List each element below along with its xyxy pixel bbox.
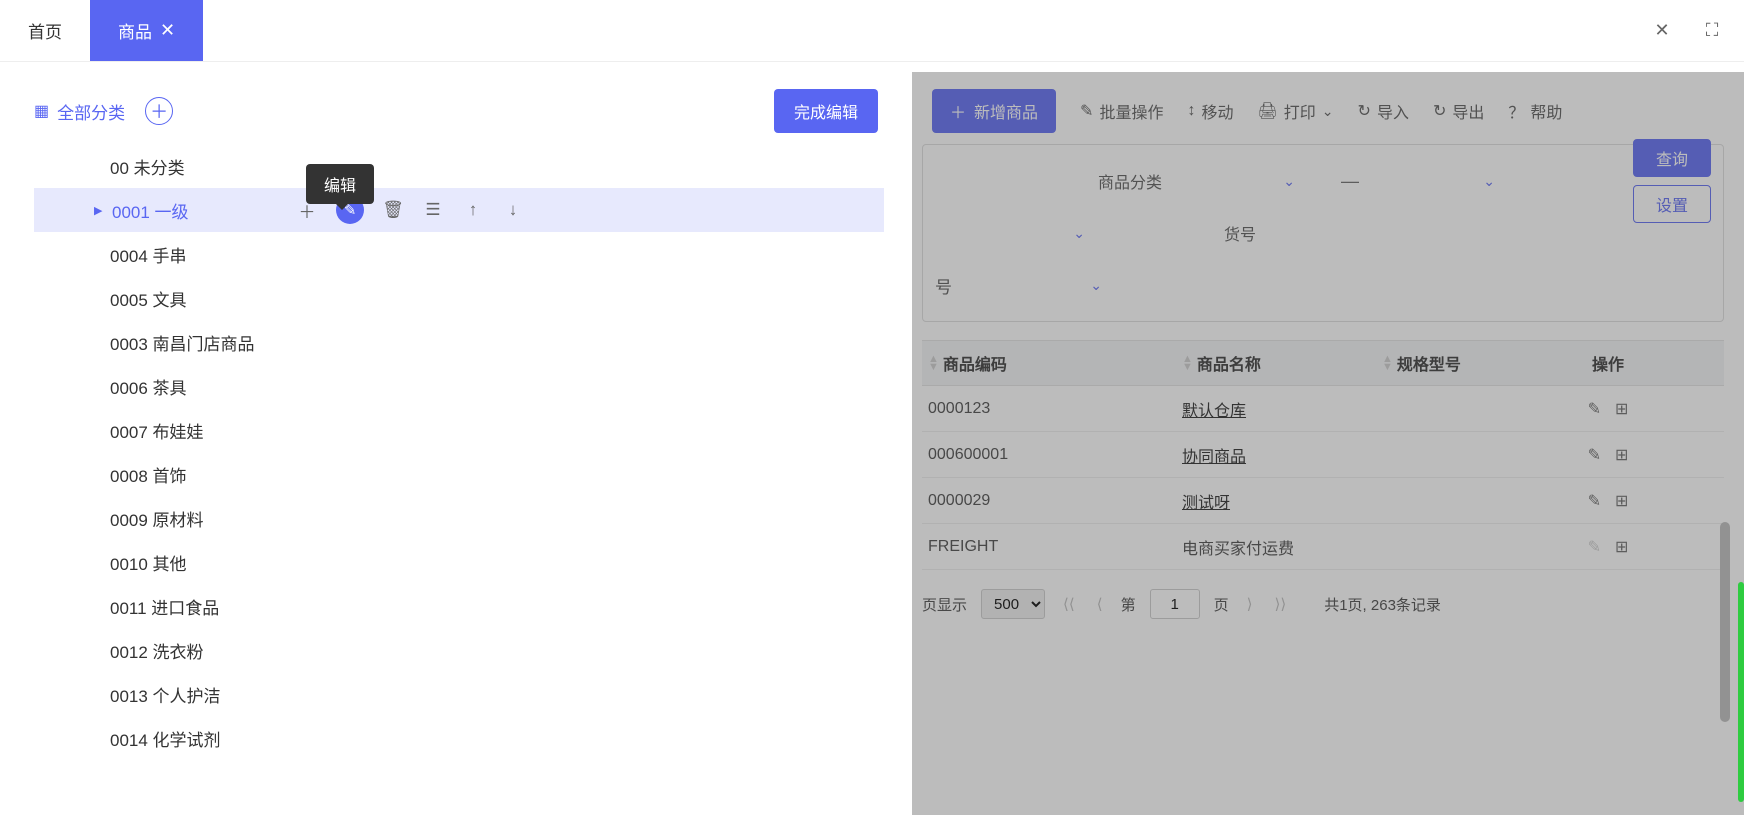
category-item[interactable]: 0008 首饰 xyxy=(34,452,884,496)
category-label: 0012 洗衣粉 xyxy=(110,638,204,663)
tab-product[interactable]: 商品 ✕ xyxy=(90,0,203,61)
category-item[interactable]: 0009 原材料 xyxy=(34,496,884,540)
all-categories-button[interactable]: ▦ 全部分类 xyxy=(34,99,125,124)
add-category-button[interactable]: ＋ xyxy=(145,97,173,125)
grid-icon: ▦ xyxy=(34,101,49,121)
view-icon[interactable]: ☰ xyxy=(422,199,444,221)
category-label: 0014 化学试剂 xyxy=(110,726,221,751)
tab-product-label: 商品 xyxy=(118,18,152,43)
category-label: 0007 布娃娃 xyxy=(110,418,204,443)
category-item[interactable]: 0007 布娃娃 xyxy=(34,408,884,452)
category-item[interactable]: 0011 进口食品 xyxy=(34,584,884,628)
finish-edit-button[interactable]: 完成编辑 xyxy=(774,89,878,133)
edit-tooltip: 编辑 xyxy=(306,164,374,204)
delete-icon[interactable]: 🗑 xyxy=(382,199,404,221)
category-label: 0009 原材料 xyxy=(110,506,204,531)
category-label: 0001 一级 xyxy=(112,198,189,223)
category-item[interactable]: 0003 南昌门店商品 xyxy=(34,320,884,364)
category-label: 0011 进口食品 xyxy=(110,594,219,619)
move-down-icon[interactable]: ↓ xyxy=(502,199,524,221)
tab-home[interactable]: 首页 xyxy=(0,0,90,61)
category-list[interactable]: 00 未分类▶0001 一级＋✎🗑☰↑↓0004 手串0005 文具0003 南… xyxy=(34,144,890,792)
category-label: 0008 首饰 xyxy=(110,462,187,487)
category-item[interactable]: 00 未分类 xyxy=(34,144,884,188)
category-label: 0005 文具 xyxy=(110,286,187,311)
category-label: 0010 其他 xyxy=(110,550,187,575)
category-item[interactable]: ▶0001 一级＋✎🗑☰↑↓ xyxy=(34,188,884,232)
category-item[interactable]: 0010 其他 xyxy=(34,540,884,584)
close-icon[interactable]: ✕ xyxy=(1644,13,1680,49)
category-item[interactable]: 0012 洗衣粉 xyxy=(34,628,884,672)
category-item[interactable]: 0014 化学试剂 xyxy=(34,716,884,760)
category-item[interactable]: 0004 手串 xyxy=(34,232,884,276)
category-item[interactable]: 0005 文具 xyxy=(34,276,884,320)
caret-right-icon: ▶ xyxy=(94,204,102,217)
tab-close-icon[interactable]: ✕ xyxy=(160,20,175,41)
category-item[interactable]: 0013 个人护洁 xyxy=(34,672,884,716)
category-item[interactable]: 0006 茶具 xyxy=(34,364,884,408)
category-label: 0013 个人护洁 xyxy=(110,682,221,707)
category-label: 00 未分类 xyxy=(110,154,185,179)
side-indicator xyxy=(1738,582,1744,802)
fullscreen-icon[interactable]: ⛶ xyxy=(1694,13,1730,49)
category-label: 0004 手串 xyxy=(110,242,187,267)
category-label: 0006 茶具 xyxy=(110,374,187,399)
move-up-icon[interactable]: ↑ xyxy=(462,199,484,221)
category-label: 0003 南昌门店商品 xyxy=(110,330,255,355)
tab-bar: 首页 商品 ✕ ✕ ⛶ xyxy=(0,0,1744,62)
modal-overlay[interactable] xyxy=(912,72,1744,815)
category-panel: ▦ 全部分类 ＋ 完成编辑 编辑 00 未分类▶0001 一级＋✎🗑☰↑↓000… xyxy=(10,72,900,802)
